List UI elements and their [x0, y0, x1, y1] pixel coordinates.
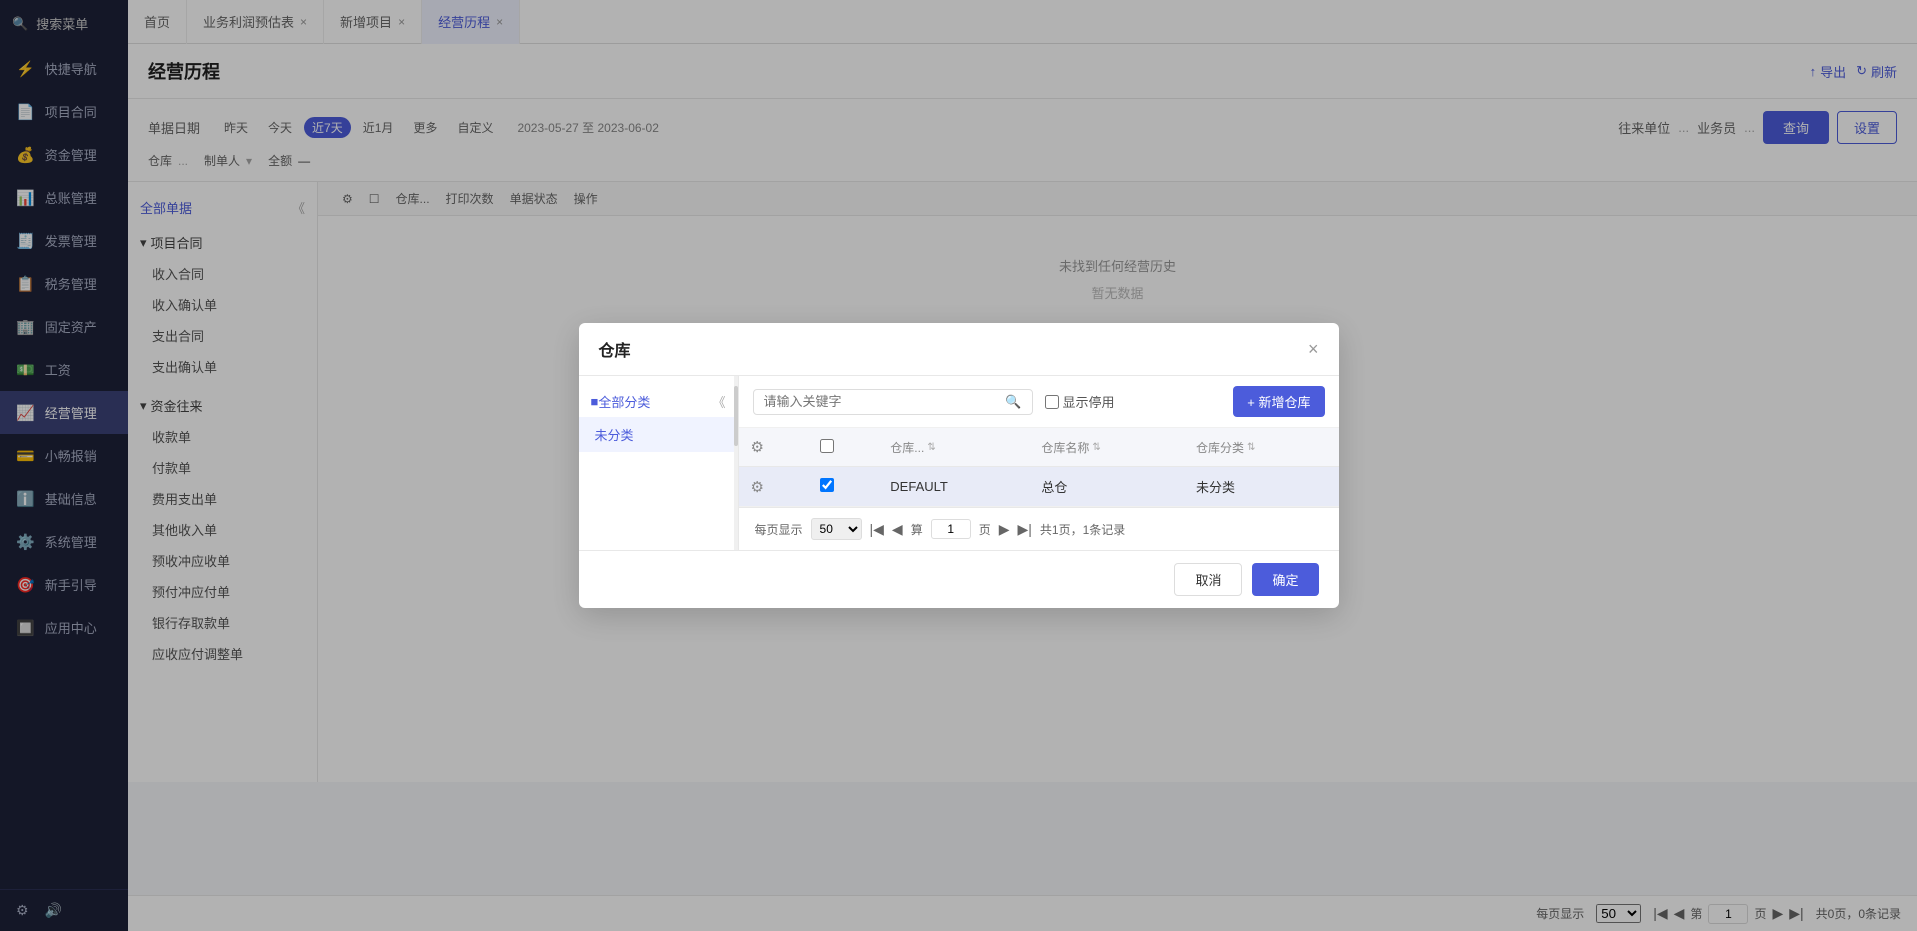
row-name: 总仓: [1029, 467, 1184, 507]
row-select-checkbox[interactable]: [820, 478, 834, 492]
modal-page-suffix: 页: [979, 521, 991, 538]
sort-code[interactable]: 仓库... ⇅: [890, 439, 1017, 456]
all-categories-icon: ■: [591, 394, 599, 409]
modal-search-input[interactable]: [764, 394, 1000, 409]
sort-name-icon: ⇅: [1092, 442, 1100, 453]
row-checkbox: [808, 467, 878, 507]
table-head-row: ⚙ 仓库... ⇅ 仓库名称: [739, 428, 1339, 467]
row-gear-icon[interactable]: ⚙: [751, 479, 764, 496]
modal-right-panel: 🔍 显示停用 + 新增仓库 ⚙: [739, 376, 1339, 550]
select-all-checkbox[interactable]: [820, 439, 834, 453]
modal-table: ⚙ 仓库... ⇅ 仓库名称: [739, 428, 1339, 507]
modal-next-page[interactable]: ▶: [999, 521, 1010, 538]
row-category: 未分类: [1184, 467, 1339, 507]
table-row[interactable]: ⚙ DEFAULT 总仓 未分类: [739, 467, 1339, 507]
confirm-button[interactable]: 确定: [1252, 563, 1318, 596]
search-icon: 🔍: [1005, 394, 1021, 410]
warehouse-modal: 仓库 × ■ 全部分类 《 未分类: [579, 323, 1339, 608]
row-gear: ⚙: [739, 467, 808, 507]
add-warehouse-button[interactable]: + 新增仓库: [1233, 386, 1324, 417]
modal-left-scroll-thumb: [734, 386, 738, 446]
modal-total-label: 共1页，1条记录: [1040, 521, 1125, 538]
th-code: 仓库... ⇅: [878, 428, 1029, 467]
th-checkbox: [808, 428, 878, 467]
sort-name[interactable]: 仓库名称 ⇅: [1041, 439, 1172, 456]
modal-footer: 取消 确定: [579, 550, 1339, 608]
modal-pagination: 每页显示 50 100 |◀ ◀ 算 页 ▶ ▶| 共1页，1条记录: [739, 507, 1339, 550]
modal-header: 仓库 ×: [579, 323, 1339, 376]
modal-toolbar: 🔍 显示停用 + 新增仓库: [739, 376, 1339, 428]
th-category: 仓库分类 ⇅: [1184, 428, 1339, 467]
modal-per-page-select[interactable]: 50 100: [811, 518, 862, 540]
modal-category-all[interactable]: ■ 全部分类 《: [579, 386, 738, 417]
modal-category-uncategorized[interactable]: 未分类: [579, 417, 738, 452]
modal-category-panel: ■ 全部分类 《 未分类: [579, 376, 739, 550]
sort-code-icon: ⇅: [927, 442, 935, 453]
modal-title: 仓库: [599, 337, 631, 361]
modal-per-page-label: 每页显示: [755, 521, 803, 538]
modal-search-box[interactable]: 🔍: [753, 389, 1033, 415]
gear-icon[interactable]: ⚙: [751, 439, 764, 456]
show-disabled-checkbox[interactable]: [1045, 395, 1059, 409]
modal-prev-page[interactable]: ◀: [892, 521, 903, 538]
show-disabled-label[interactable]: 显示停用: [1045, 392, 1115, 411]
sort-category[interactable]: 仓库分类 ⇅: [1196, 439, 1327, 456]
warehouse-table: ⚙ 仓库... ⇅ 仓库名称: [739, 428, 1339, 507]
row-code: DEFAULT: [878, 467, 1029, 507]
collapse-icon[interactable]: 《: [712, 392, 725, 411]
modal-left-scrollbar: [734, 376, 738, 550]
modal-close-button[interactable]: ×: [1308, 339, 1319, 360]
modal-last-page[interactable]: ▶|: [1018, 521, 1032, 538]
sort-category-icon: ⇅: [1247, 442, 1255, 453]
modal-page-prefix: 算: [911, 521, 923, 538]
modal-first-page[interactable]: |◀: [870, 521, 884, 538]
th-name: 仓库名称 ⇅: [1029, 428, 1184, 467]
modal-overlay: 仓库 × ■ 全部分类 《 未分类: [0, 0, 1917, 931]
th-gear: ⚙: [739, 428, 808, 467]
modal-body: ■ 全部分类 《 未分类 🔍: [579, 376, 1339, 550]
modal-page-input[interactable]: [931, 519, 971, 539]
cancel-button[interactable]: 取消: [1174, 563, 1242, 596]
